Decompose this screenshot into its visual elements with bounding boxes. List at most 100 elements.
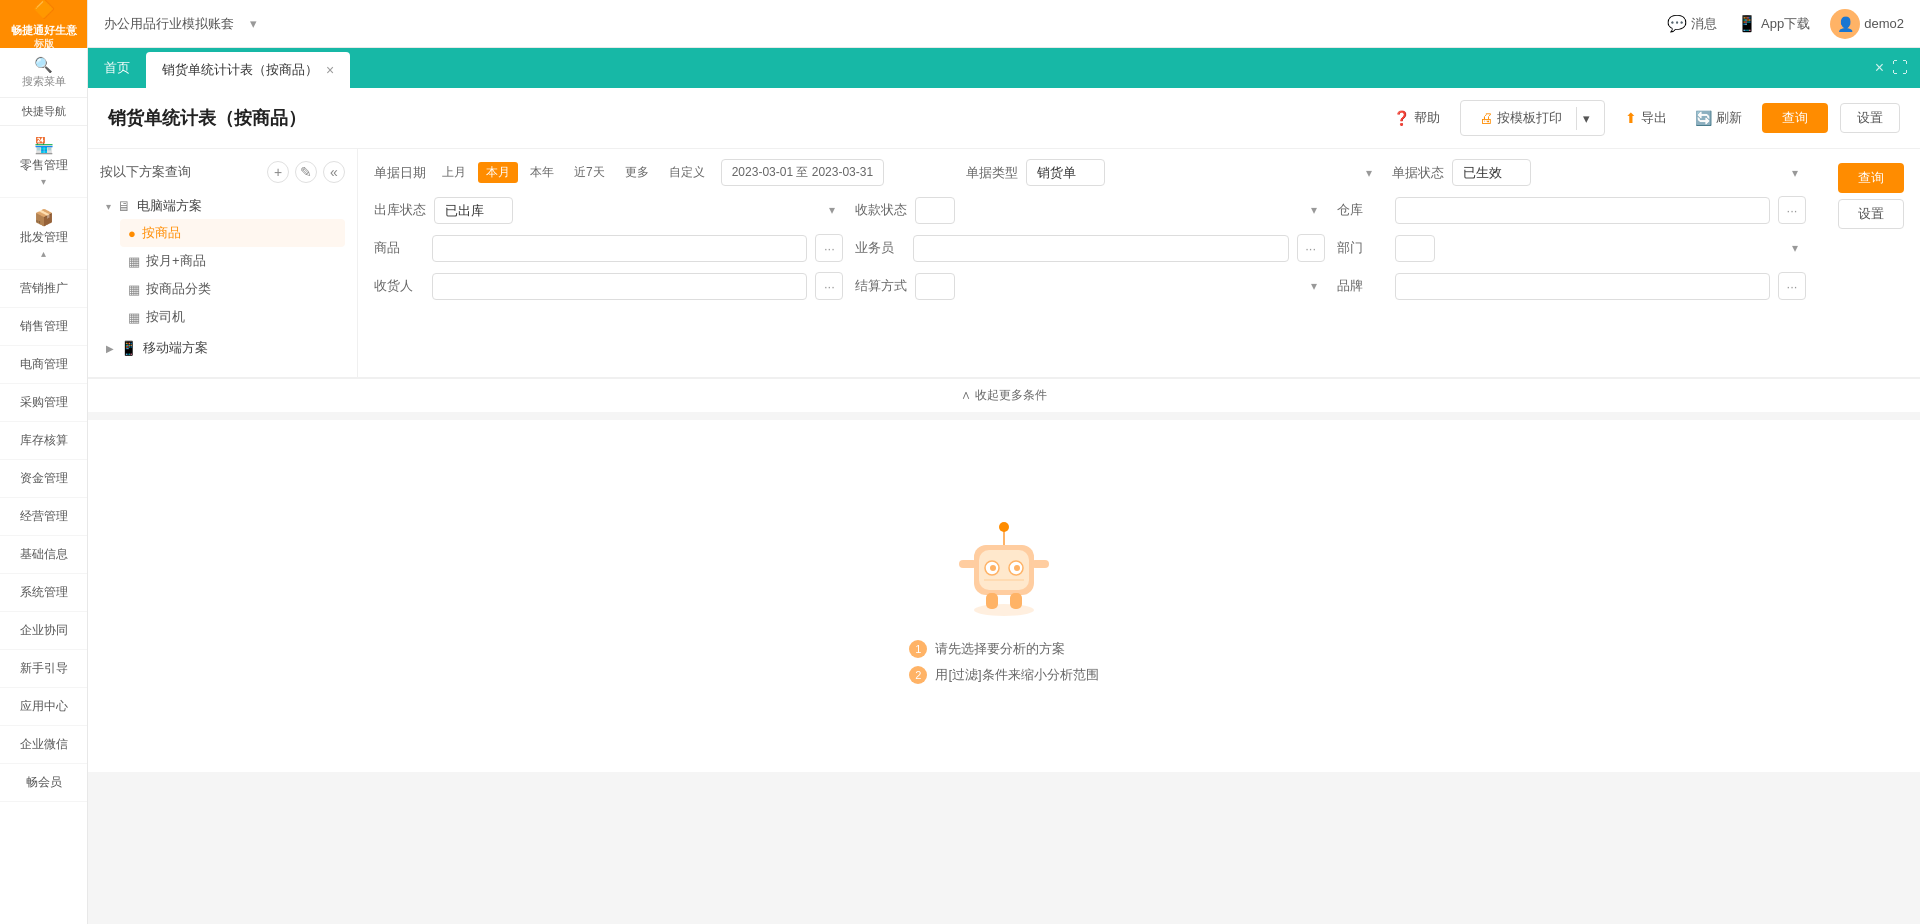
message-btn[interactable]: 💬 消息 xyxy=(1667,14,1717,33)
date-range-display[interactable]: 2023-03-01 至 2023-03-31 xyxy=(721,159,884,186)
recipient-label: 收货人 xyxy=(374,277,424,295)
sidebar-item-ecommerce[interactable]: 电商管理 xyxy=(0,346,87,384)
sidebar-item-finance[interactable]: 资金管理 xyxy=(0,460,87,498)
sidebar-item-system[interactable]: 系统管理 xyxy=(0,574,87,612)
edit-scheme-btn[interactable]: ✎ xyxy=(295,161,317,183)
shortcut-last-month[interactable]: 上月 xyxy=(434,162,474,183)
side-filter-header: 按以下方案查询 + ✎ « xyxy=(100,161,345,183)
product-ellipsis[interactable]: ··· xyxy=(815,234,843,262)
settings-button[interactable]: 设置 xyxy=(1840,103,1900,133)
sidebar-item-basics[interactable]: 基础信息 xyxy=(0,536,87,574)
sidebar-item-wholesale[interactable]: 📦 批发管理 ▴ xyxy=(0,198,87,270)
filter-settings-btn[interactable]: 设置 xyxy=(1838,199,1904,229)
sidebar-item-sales[interactable]: 销售管理 xyxy=(0,308,87,346)
print-dropdown-btn[interactable]: ▾ xyxy=(1576,107,1596,130)
collapse-label: ∧ 收起更多条件 xyxy=(961,388,1046,402)
help-btn[interactable]: ❓ 帮助 xyxy=(1385,105,1448,131)
filter-area: 按以下方案查询 + ✎ « xyxy=(88,149,1920,412)
scheme-group-desktop-header[interactable]: ▾ 🖥 电脑端方案 xyxy=(100,193,345,219)
recv-status-label: 收款状态 xyxy=(855,201,907,219)
warehouse-ellipsis[interactable]: ··· xyxy=(1778,196,1806,224)
add-icon: + xyxy=(274,164,282,180)
side-filter-actions: + ✎ « xyxy=(267,161,345,183)
shortcut-custom[interactable]: 自定义 xyxy=(661,162,713,183)
payment-label: 结算方式 xyxy=(855,277,907,295)
tab-home[interactable]: 首页 xyxy=(88,48,146,88)
sidebar-item-guide[interactable]: 新手引导 xyxy=(0,650,87,688)
date-shortcuts: 上月 本月 本年 近7天 更多 自定义 xyxy=(434,162,713,183)
sidebar-item-operations[interactable]: 经营管理 xyxy=(0,498,87,536)
guide-label: 新手引导 xyxy=(20,660,68,677)
scheme-item-by-month-product[interactable]: ▦ 按月+商品 xyxy=(120,247,345,275)
warehouse-input[interactable] xyxy=(1395,197,1770,224)
staff-input[interactable] xyxy=(913,235,1288,262)
sidebar-item-retail[interactable]: 🏪 零售管理 ▾ xyxy=(0,126,87,198)
recipient-input[interactable] xyxy=(432,273,807,300)
user-profile[interactable]: 👤 demo2 xyxy=(1830,9,1904,39)
recv-status-select-wrap xyxy=(915,197,1324,224)
recv-status-select[interactable] xyxy=(915,197,955,224)
dropdown-icon[interactable]: ▾ xyxy=(250,16,257,31)
by-month-product-label: 按月+商品 xyxy=(146,252,206,270)
print-btn[interactable]: 🖨 按模板打印 ▾ xyxy=(1460,100,1605,136)
filter-group-doc-type: 单据类型 销货单 xyxy=(966,159,1380,186)
print-main[interactable]: 🖨 按模板打印 xyxy=(1469,105,1572,131)
brand-ellipsis[interactable]: ··· xyxy=(1778,272,1806,300)
out-status-select-wrap: 已出库 xyxy=(434,197,843,224)
doc-status-select[interactable]: 已生效 xyxy=(1452,159,1531,186)
doc-type-select[interactable]: 销货单 xyxy=(1026,159,1105,186)
export-label: 导出 xyxy=(1641,109,1667,127)
staff-ellipsis[interactable]: ··· xyxy=(1297,234,1325,262)
filter-query-btn[interactable]: 查询 xyxy=(1838,163,1904,193)
sidebar-item-apps[interactable]: 应用中心 xyxy=(0,688,87,726)
tab-active[interactable]: 销货单统计计表（按商品） × xyxy=(146,52,350,88)
filter-group-warehouse: 仓库 ··· xyxy=(1337,196,1806,224)
sidebar-item-inventory[interactable]: 库存核算 xyxy=(0,422,87,460)
shortcut-this-year[interactable]: 本年 xyxy=(522,162,562,183)
shortcut-7days[interactable]: 近7天 xyxy=(566,162,613,183)
product-input[interactable] xyxy=(432,235,807,262)
page-actions: ❓ 帮助 🖨 按模板打印 ▾ ⬆ 导出 🔄 刷新 xyxy=(1385,100,1900,136)
topbar-left: 办公用品行业模拟账套 ▾ xyxy=(104,15,257,33)
export-btn[interactable]: ⬆ 导出 xyxy=(1617,105,1675,131)
mobile-icon: 📱 xyxy=(120,340,137,356)
tab-close-icon[interactable]: × xyxy=(326,62,334,78)
sidebar-item-purchase[interactable]: 采购管理 xyxy=(0,384,87,422)
app-download-btn[interactable]: 📱 App下载 xyxy=(1737,14,1810,33)
brand-input[interactable] xyxy=(1395,273,1770,300)
collapse-filter-btn[interactable]: ∧ 收起更多条件 xyxy=(88,378,1920,412)
filter-group-payment: 结算方式 xyxy=(855,273,1324,300)
shortcut-this-month[interactable]: 本月 xyxy=(478,162,518,183)
collapse-panel-btn[interactable]: « xyxy=(323,161,345,183)
tabbar: 首页 销货单统计计表（按商品） × × ⛶ xyxy=(88,48,1920,88)
filter-group-brand: 品牌 ··· xyxy=(1337,272,1806,300)
out-status-select[interactable]: 已出库 xyxy=(434,197,513,224)
payment-select[interactable] xyxy=(915,273,955,300)
shortcut-more[interactable]: 更多 xyxy=(617,162,657,183)
quicknav-item[interactable]: 快捷导航 xyxy=(0,98,87,126)
scheme-item-by-category[interactable]: ▦ 按商品分类 xyxy=(120,275,345,303)
sidebar-item-member[interactable]: 畅会员 xyxy=(0,764,87,802)
maximize-icon[interactable]: ⛶ xyxy=(1892,59,1908,77)
add-scheme-btn[interactable]: + xyxy=(267,161,289,183)
refresh-btn[interactable]: 🔄 刷新 xyxy=(1687,105,1750,131)
sidebar-search[interactable]: 🔍 搜索菜单 xyxy=(0,48,87,98)
dept-select[interactable] xyxy=(1395,235,1435,262)
by-cashier-icon: ▦ xyxy=(128,310,140,325)
sidebar-item-marketing[interactable]: 营销推广 xyxy=(0,270,87,308)
scheme-group-mobile-header[interactable]: ▶ 📱 移动端方案 xyxy=(100,335,345,361)
dept-label: 部门 xyxy=(1337,239,1387,257)
retail-label: 零售管理 xyxy=(20,157,68,174)
app-subtitle: 标版 xyxy=(34,37,54,50)
main-area: 办公用品行业模拟账套 ▾ 💬 消息 📱 App下载 👤 demo2 首页 xyxy=(88,0,1920,924)
user-avatar: 👤 xyxy=(1830,9,1860,39)
sidebar-item-wechat[interactable]: 企业微信 xyxy=(0,726,87,764)
svg-rect-11 xyxy=(986,593,998,609)
close-window-icon[interactable]: × xyxy=(1875,59,1884,77)
scheme-item-by-cashier[interactable]: ▦ 按司机 xyxy=(120,303,345,331)
query-button[interactable]: 查询 xyxy=(1762,103,1828,133)
wholesale-arrow: ▴ xyxy=(41,248,46,259)
scheme-item-by-product[interactable]: ● 按商品 xyxy=(120,219,345,247)
sidebar-item-enterprise[interactable]: 企业协同 xyxy=(0,612,87,650)
recipient-ellipsis[interactable]: ··· xyxy=(815,272,843,300)
